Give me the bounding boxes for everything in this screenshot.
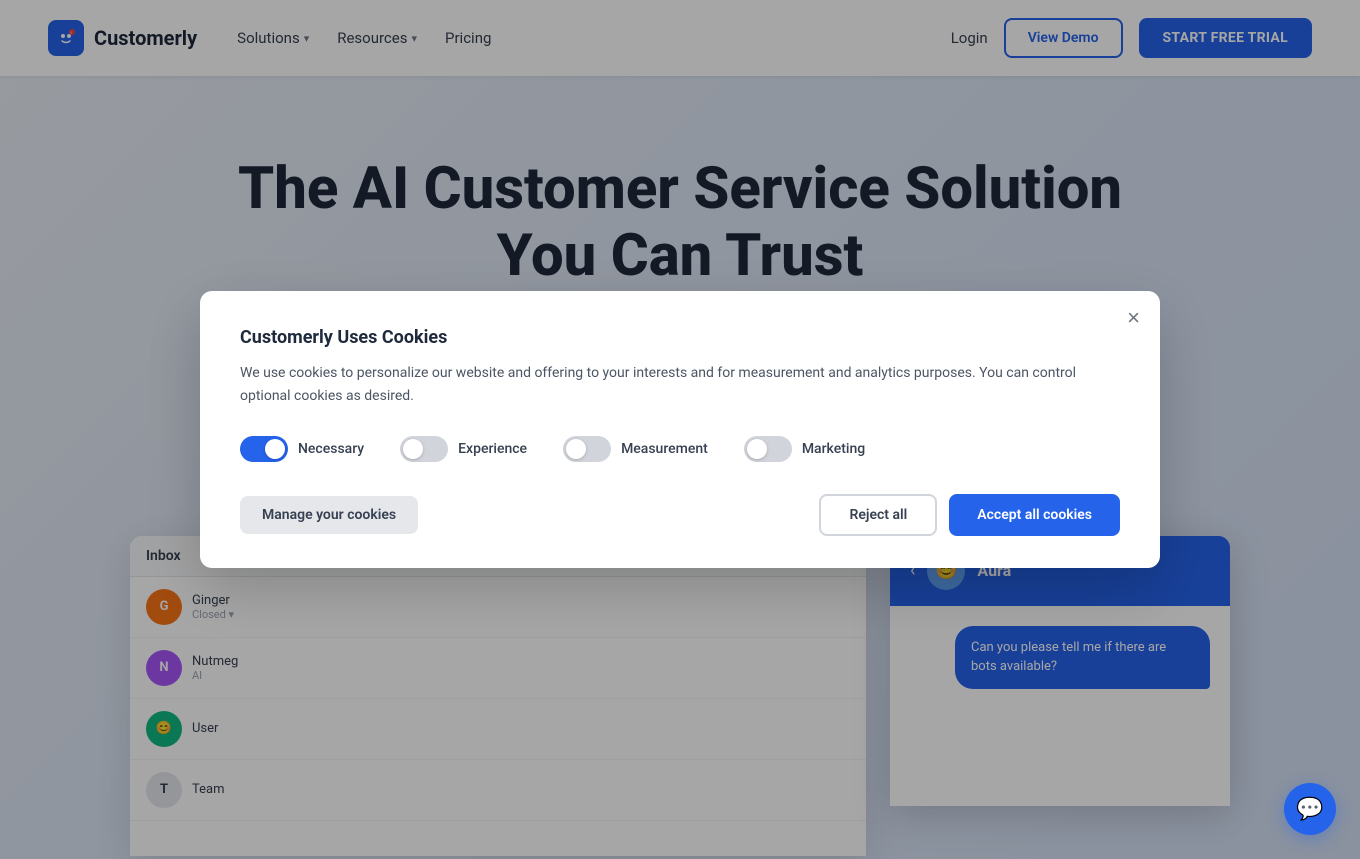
measurement-label: Measurement	[621, 441, 708, 457]
manage-cookies-button[interactable]: Manage your cookies	[240, 496, 418, 534]
toggle-measurement: Measurement	[563, 436, 708, 462]
cookie-toggles: Necessary Experience Measurement	[240, 436, 1120, 462]
cookie-modal: × Customerly Uses Cookies We use cookies…	[200, 291, 1160, 568]
chat-float-icon: 💬	[1296, 797, 1323, 822]
cookie-overlay: × Customerly Uses Cookies We use cookies…	[0, 0, 1360, 859]
toggle-knob	[747, 439, 767, 459]
toggle-marketing: Marketing	[744, 436, 865, 462]
modal-actions: Manage your cookies Reject all Accept al…	[240, 494, 1120, 536]
measurement-toggle[interactable]	[563, 436, 611, 462]
toggle-experience: Experience	[400, 436, 527, 462]
modal-close-button[interactable]: ×	[1127, 307, 1140, 329]
experience-toggle[interactable]	[400, 436, 448, 462]
marketing-toggle[interactable]	[744, 436, 792, 462]
cookie-modal-description: We use cookies to personalize our websit…	[240, 362, 1120, 408]
toggle-knob	[566, 439, 586, 459]
reject-all-button[interactable]: Reject all	[819, 494, 937, 536]
necessary-toggle[interactable]	[240, 436, 288, 462]
toggle-knob	[403, 439, 423, 459]
necessary-label: Necessary	[298, 441, 364, 457]
cookie-modal-title: Customerly Uses Cookies	[240, 327, 1120, 348]
toggle-knob	[265, 439, 285, 459]
experience-label: Experience	[458, 441, 527, 457]
chat-float-button[interactable]: 💬	[1284, 783, 1336, 835]
accept-cookies-button[interactable]: Accept all cookies	[949, 494, 1120, 536]
cookie-action-buttons: Reject all Accept all cookies	[819, 494, 1120, 536]
toggle-necessary: Necessary	[240, 436, 364, 462]
marketing-label: Marketing	[802, 441, 865, 457]
